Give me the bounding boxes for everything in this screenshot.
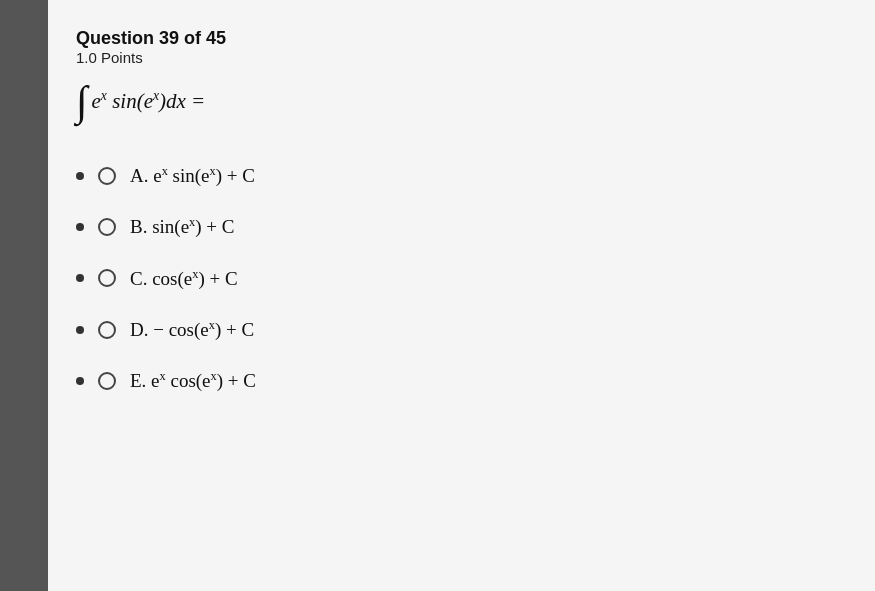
option-a[interactable]: A. ex sin(ex) + C	[76, 150, 835, 201]
option-b-text: B. sin(ex) + C	[130, 215, 235, 238]
question-header: Question 39 of 45 1.0 Points	[76, 28, 835, 76]
option-d[interactable]: D. − cos(ex) + C	[76, 304, 835, 355]
bullet-dot-e	[76, 377, 84, 385]
radio-c[interactable]	[98, 269, 116, 287]
integral-symbol: ∫	[76, 80, 88, 122]
options-list: A. ex sin(ex) + C B. sin(ex) + C C. cos(…	[76, 150, 835, 407]
question-formula: ∫ ex sin(ex)dx =	[76, 80, 835, 122]
option-a-text: A. ex sin(ex) + C	[130, 164, 255, 187]
radio-a[interactable]	[98, 167, 116, 185]
question-title: Question 39 of 45	[76, 28, 835, 49]
formula-text: ex sin(ex)dx =	[92, 88, 206, 114]
main-content: Question 39 of 45 1.0 Points ∫ ex sin(ex…	[48, 0, 875, 591]
option-d-text: D. − cos(ex) + C	[130, 318, 254, 341]
radio-e[interactable]	[98, 372, 116, 390]
question-points: 1.0 Points	[76, 49, 835, 66]
option-b[interactable]: B. sin(ex) + C	[76, 201, 835, 252]
bullet-dot-c	[76, 274, 84, 282]
option-c[interactable]: C. cos(ex) + C	[76, 253, 835, 304]
bullet-dot-a	[76, 172, 84, 180]
radio-d[interactable]	[98, 321, 116, 339]
option-e-text: E. ex cos(ex) + C	[130, 369, 256, 392]
left-sidebar	[0, 0, 48, 591]
option-c-text: C. cos(ex) + C	[130, 267, 238, 290]
bullet-dot-d	[76, 326, 84, 334]
option-e[interactable]: E. ex cos(ex) + C	[76, 355, 835, 406]
radio-b[interactable]	[98, 218, 116, 236]
bullet-dot-b	[76, 223, 84, 231]
